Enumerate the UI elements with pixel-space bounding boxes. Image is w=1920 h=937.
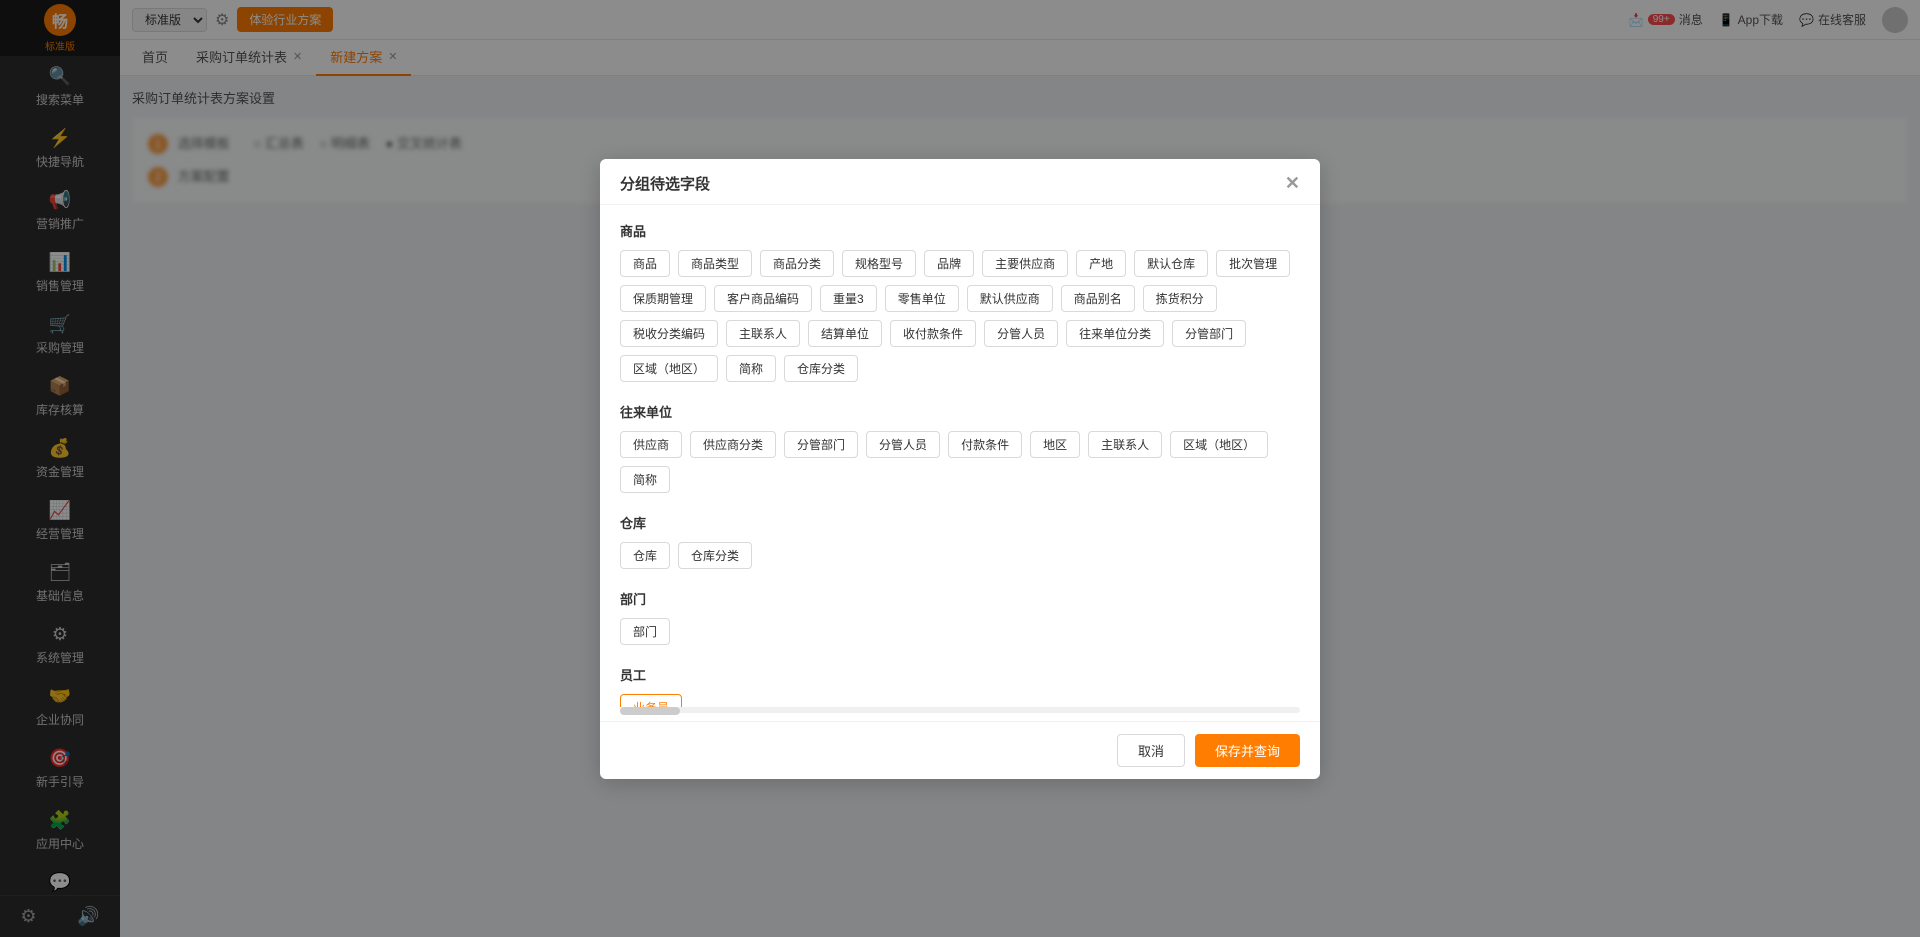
field-tag-0-2[interactable]: 商品分类 (760, 250, 834, 277)
field-tag-1-7[interactable]: 区域（地区） (1170, 431, 1268, 458)
section-title-0: 商品 (620, 221, 1300, 240)
field-tag-1-3[interactable]: 分管人员 (866, 431, 940, 458)
modal-footer: 取消 保存并查询 (600, 721, 1320, 779)
modal-overlay: 分组待选字段 ✕ 商品商品商品类型商品分类规格型号品牌主要供应商产地默认仓库批次… (0, 0, 1920, 937)
field-tag-0-17[interactable]: 主联系人 (726, 320, 800, 347)
section-title-1: 往来单位 (620, 402, 1300, 421)
field-tag-0-6[interactable]: 产地 (1076, 250, 1126, 277)
field-tag-0-0[interactable]: 商品 (620, 250, 670, 277)
field-tag-1-1[interactable]: 供应商分类 (690, 431, 776, 458)
field-section-0: 商品商品商品类型商品分类规格型号品牌主要供应商产地默认仓库批次管理保质期管理客户… (620, 221, 1300, 382)
section-title-3: 部门 (620, 589, 1300, 608)
field-tag-2-0[interactable]: 仓库 (620, 542, 670, 569)
field-tag-2-1[interactable]: 仓库分类 (678, 542, 752, 569)
field-tags-3: 部门 (620, 618, 1300, 645)
field-tag-0-10[interactable]: 客户商品编码 (714, 285, 812, 312)
field-section-2: 仓库仓库仓库分类 (620, 513, 1300, 569)
field-tags-2: 仓库仓库分类 (620, 542, 1300, 569)
section-title-2: 仓库 (620, 513, 1300, 532)
save-button[interactable]: 保存并查询 (1195, 734, 1300, 767)
field-section-3: 部门部门 (620, 589, 1300, 645)
field-tag-0-14[interactable]: 商品别名 (1061, 285, 1135, 312)
field-tag-1-8[interactable]: 简称 (620, 466, 670, 493)
field-tag-0-13[interactable]: 默认供应商 (967, 285, 1053, 312)
field-tag-0-15[interactable]: 拣货积分 (1143, 285, 1217, 312)
field-tags-0: 商品商品类型商品分类规格型号品牌主要供应商产地默认仓库批次管理保质期管理客户商品… (620, 250, 1300, 382)
modal-close-btn[interactable]: ✕ (1285, 173, 1300, 194)
field-tag-1-6[interactable]: 主联系人 (1088, 431, 1162, 458)
field-tag-0-4[interactable]: 品牌 (924, 250, 974, 277)
field-tag-0-1[interactable]: 商品类型 (678, 250, 752, 277)
field-tag-0-12[interactable]: 零售单位 (885, 285, 959, 312)
modal-body: 商品商品商品类型商品分类规格型号品牌主要供应商产地默认仓库批次管理保质期管理客户… (600, 205, 1320, 707)
section-title-4: 员工 (620, 665, 1300, 684)
horizontal-scrollbar[interactable] (620, 707, 1300, 713)
field-tag-0-23[interactable]: 区域（地区） (620, 355, 718, 382)
field-tags-1: 供应商供应商分类分管部门分管人员付款条件地区主联系人区域（地区） 简称 (620, 431, 1300, 493)
field-tag-0-7[interactable]: 默认仓库 (1134, 250, 1208, 277)
scrollbar-thumb (620, 707, 680, 715)
field-tag-0-11[interactable]: 重量3 (820, 285, 877, 312)
field-tag-0-18[interactable]: 结算单位 (808, 320, 882, 347)
field-tag-0-5[interactable]: 主要供应商 (982, 250, 1068, 277)
field-tag-1-4[interactable]: 付款条件 (948, 431, 1022, 458)
field-tag-0-24[interactable]: 简称 (726, 355, 776, 382)
modal-title: 分组待选字段 (620, 173, 710, 194)
modal-header: 分组待选字段 ✕ (600, 159, 1320, 205)
field-tag-0-20[interactable]: 分管人员 (984, 320, 1058, 347)
modal: 分组待选字段 ✕ 商品商品商品类型商品分类规格型号品牌主要供应商产地默认仓库批次… (600, 159, 1320, 779)
cancel-button[interactable]: 取消 (1117, 734, 1185, 767)
field-tag-0-16[interactable]: 税收分类编码 (620, 320, 718, 347)
field-tag-0-8[interactable]: 批次管理 (1216, 250, 1290, 277)
field-tag-0-22[interactable]: 分管部门 (1172, 320, 1246, 347)
field-section-4: 员工业务员 (620, 665, 1300, 707)
field-tags-4: 业务员 (620, 694, 1300, 707)
field-section-1: 往来单位供应商供应商分类分管部门分管人员付款条件地区主联系人区域（地区） 简称 (620, 402, 1300, 493)
field-tag-0-19[interactable]: 收付款条件 (890, 320, 976, 347)
field-tag-1-0[interactable]: 供应商 (620, 431, 682, 458)
field-tag-0-21[interactable]: 往来单位分类 (1066, 320, 1164, 347)
field-tag-0-25[interactable]: 仓库分类 (784, 355, 858, 382)
field-tag-0-9[interactable]: 保质期管理 (620, 285, 706, 312)
field-tag-0-3[interactable]: 规格型号 (842, 250, 916, 277)
field-tag-1-2[interactable]: 分管部门 (784, 431, 858, 458)
field-tag-4-0[interactable]: 业务员 (620, 694, 682, 707)
field-tag-1-5[interactable]: 地区 (1030, 431, 1080, 458)
field-tag-3-0[interactable]: 部门 (620, 618, 670, 645)
